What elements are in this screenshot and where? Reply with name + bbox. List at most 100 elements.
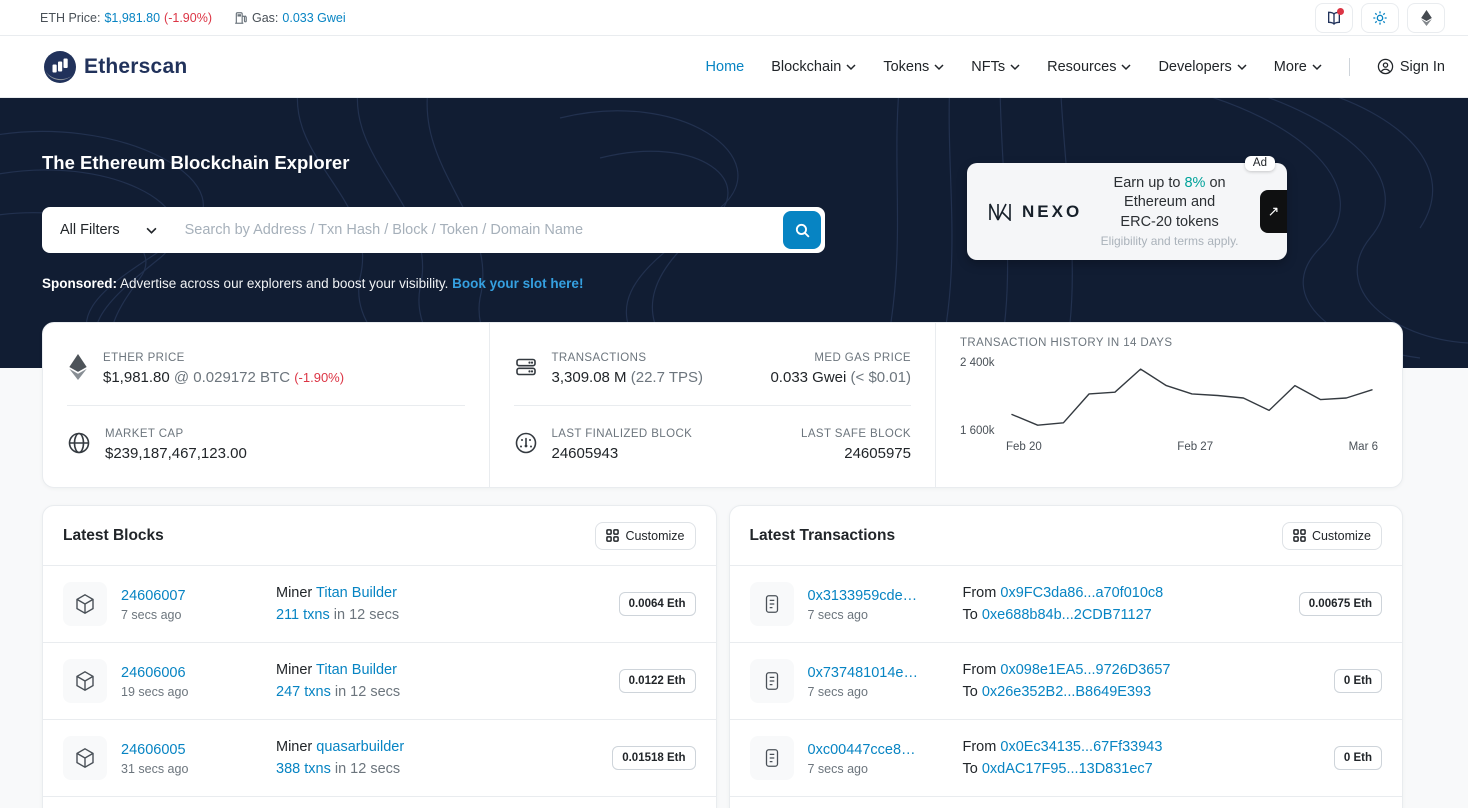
gas-label: Gas: (252, 11, 278, 25)
x-tick: Mar 6 (1349, 441, 1378, 453)
block-reward-badge: 0.0122 Eth (619, 669, 696, 693)
stat-value[interactable]: 24605943 (552, 445, 693, 462)
nexo-logo-icon (989, 203, 1015, 221)
x-tick: Feb 20 (1006, 441, 1042, 453)
docs-button[interactable] (1315, 3, 1353, 33)
panel-title: Latest Transactions (750, 527, 896, 545)
ad-open-button[interactable]: ↗ (1260, 190, 1287, 233)
stat-label: LAST FINALIZED BLOCK (552, 428, 693, 440)
ad-text: Earn up to 8% on Ethereum and ERC-20 tok… (1082, 174, 1287, 250)
stat-safe-block: LAST SAFE BLOCK 24605975 (801, 424, 911, 462)
txns-link[interactable]: 247 txns (276, 684, 331, 700)
chart-y-axis: 2 400k 1 600k (960, 357, 1006, 439)
eth-price: ETH Price: $1,981.80 (-1.90%) (40, 11, 212, 25)
block-time: 7 secs ago (121, 608, 276, 622)
brand-logo[interactable]: Etherscan (44, 51, 187, 83)
to-address-link[interactable]: 0x26e352B2...B8649E393 (982, 684, 1151, 700)
y-tick: 2 400k (960, 357, 1006, 369)
nav-item-home[interactable]: Home (706, 59, 745, 75)
miner-link[interactable]: quasarbuilder (316, 739, 404, 755)
customize-button[interactable]: Customize (1282, 522, 1382, 550)
chevron-down-icon (1121, 62, 1131, 72)
block-duration: in 12 secs (335, 761, 400, 777)
main-content: ETHER PRICE $1,981.80 @ 0.029172 BTC (-1… (42, 322, 1403, 808)
block-cube-icon (63, 736, 107, 780)
tx-hash-link[interactable]: 0x737481014e… (808, 665, 918, 681)
sign-in-button[interactable]: Sign In (1377, 58, 1445, 75)
search-filter-dropdown[interactable]: All Filters (60, 222, 173, 238)
from-address-link[interactable]: 0x098e1EA5...9726D3657 (1000, 662, 1170, 678)
topbar-stats: ETH Price: $1,981.80 (-1.90%) Gas: 0.033… (40, 11, 346, 25)
latest-transactions-panel: Latest Transactions Customize 0x3133959c… (729, 505, 1404, 808)
nav-divider (1349, 58, 1350, 76)
chevron-down-icon (1237, 62, 1247, 72)
from-label: From (963, 662, 997, 678)
stat-label: MED GAS PRICE (814, 352, 911, 364)
network-button[interactable] (1407, 3, 1445, 33)
nav-item-resources[interactable]: Resources (1047, 59, 1131, 75)
topbar: ETH Price: $1,981.80 (-1.90%) Gas: 0.033… (0, 0, 1468, 36)
y-tick: 1 600k (960, 425, 1006, 437)
eth-price-value[interactable]: $1,981.80 (104, 11, 160, 25)
nav-item-more[interactable]: More (1274, 59, 1322, 75)
tx-hash-link[interactable]: 0x3133959cde… (808, 588, 918, 604)
page: ETH Price: $1,981.80 (-1.90%) Gas: 0.033… (0, 0, 1468, 808)
search-button[interactable] (783, 211, 821, 249)
sponsored-label: Sponsored: (42, 276, 117, 291)
document-icon (750, 736, 794, 780)
txns-link[interactable]: 388 txns (276, 761, 331, 777)
from-label: From (963, 585, 997, 601)
chart-plot (1006, 357, 1378, 439)
search-input[interactable] (173, 222, 783, 238)
stat-med-gas: MED GAS PRICE 0.033 Gwei (< $0.01) (770, 348, 911, 386)
server-icon (514, 355, 538, 379)
chevron-down-icon (1312, 62, 1322, 72)
sponsored-link[interactable]: Book your slot here! (452, 276, 583, 291)
block-time: 19 secs ago (121, 685, 276, 699)
theme-toggle-button[interactable] (1361, 3, 1399, 33)
stat-value[interactable]: 3,309.08 M (22.7 TPS) (552, 369, 704, 386)
miner-link[interactable]: Titan Builder (316, 585, 397, 601)
block-number-link[interactable]: 24606006 (121, 665, 186, 681)
from-address-link[interactable]: 0x0Ec34135...67Ff33943 (1000, 739, 1162, 755)
block-row: 24606007 7 secs ago Miner Titan Builder … (43, 566, 716, 643)
miner-link[interactable]: Titan Builder (316, 662, 397, 678)
stat-value[interactable]: 24605975 (801, 445, 911, 462)
gas-value[interactable]: 0.033 Gwei (282, 11, 345, 25)
transaction-row: 0x737481014e… 7 secs ago From 0x098e1EA5… (730, 643, 1403, 720)
search-icon (794, 222, 811, 239)
nav-item-tokens[interactable]: Tokens (883, 59, 944, 75)
to-address-link[interactable]: 0xdAC17F95...13D831ec7 (982, 761, 1153, 777)
tx-time: 7 secs ago (808, 685, 963, 699)
block-cube-icon (63, 582, 107, 626)
to-address-link[interactable]: 0xe688b84b...2CDB71127 (982, 607, 1152, 623)
stat-value[interactable]: $1,981.80 @ 0.029172 BTC (-1.90%) (103, 369, 344, 386)
globe-icon (67, 431, 91, 455)
tx-hash-link[interactable]: 0xc00447cce8… (808, 742, 916, 758)
ad-highlight: 8% (1184, 175, 1205, 191)
from-address-link[interactable]: 0x9FC3da86...a70f010c8 (1000, 585, 1163, 601)
tx-value-badge: 0 Eth (1334, 669, 1382, 693)
nav-item-developers[interactable]: Developers (1158, 59, 1246, 75)
ad-banner[interactable]: Ad NEXO Earn up to 8% on Ethereum and ER… (967, 163, 1287, 260)
stat-value[interactable]: 0.033 Gwei (< $0.01) (770, 369, 911, 386)
nav-item-blockchain[interactable]: Blockchain (771, 59, 856, 75)
block-reward-badge: 0.0064 Eth (619, 592, 696, 616)
block-number-link[interactable]: 24606007 (121, 588, 186, 604)
stat-label: LAST SAFE BLOCK (801, 428, 911, 440)
block-time: 31 secs ago (121, 762, 276, 776)
tx-value-badge: 0.00675 Eth (1299, 592, 1382, 616)
tx-history-line (1012, 369, 1372, 425)
to-label: To (963, 607, 978, 623)
stat-value[interactable]: $239,187,467,123.00 (105, 445, 247, 462)
sun-icon (1372, 10, 1388, 26)
stat-market-cap: MARKET CAP $239,187,467,123.00 (67, 424, 247, 462)
sponsored-text: Advertise across our explorers and boost… (117, 276, 452, 291)
to-label: To (963, 761, 978, 777)
brand-name: Etherscan (84, 55, 187, 79)
block-number-link[interactable]: 24606005 (121, 742, 186, 758)
customize-button[interactable]: Customize (595, 522, 695, 550)
nav-item-nfts[interactable]: NFTs (971, 59, 1020, 75)
block-duration: in 12 secs (335, 684, 400, 700)
txns-link[interactable]: 211 txns (276, 607, 330, 623)
